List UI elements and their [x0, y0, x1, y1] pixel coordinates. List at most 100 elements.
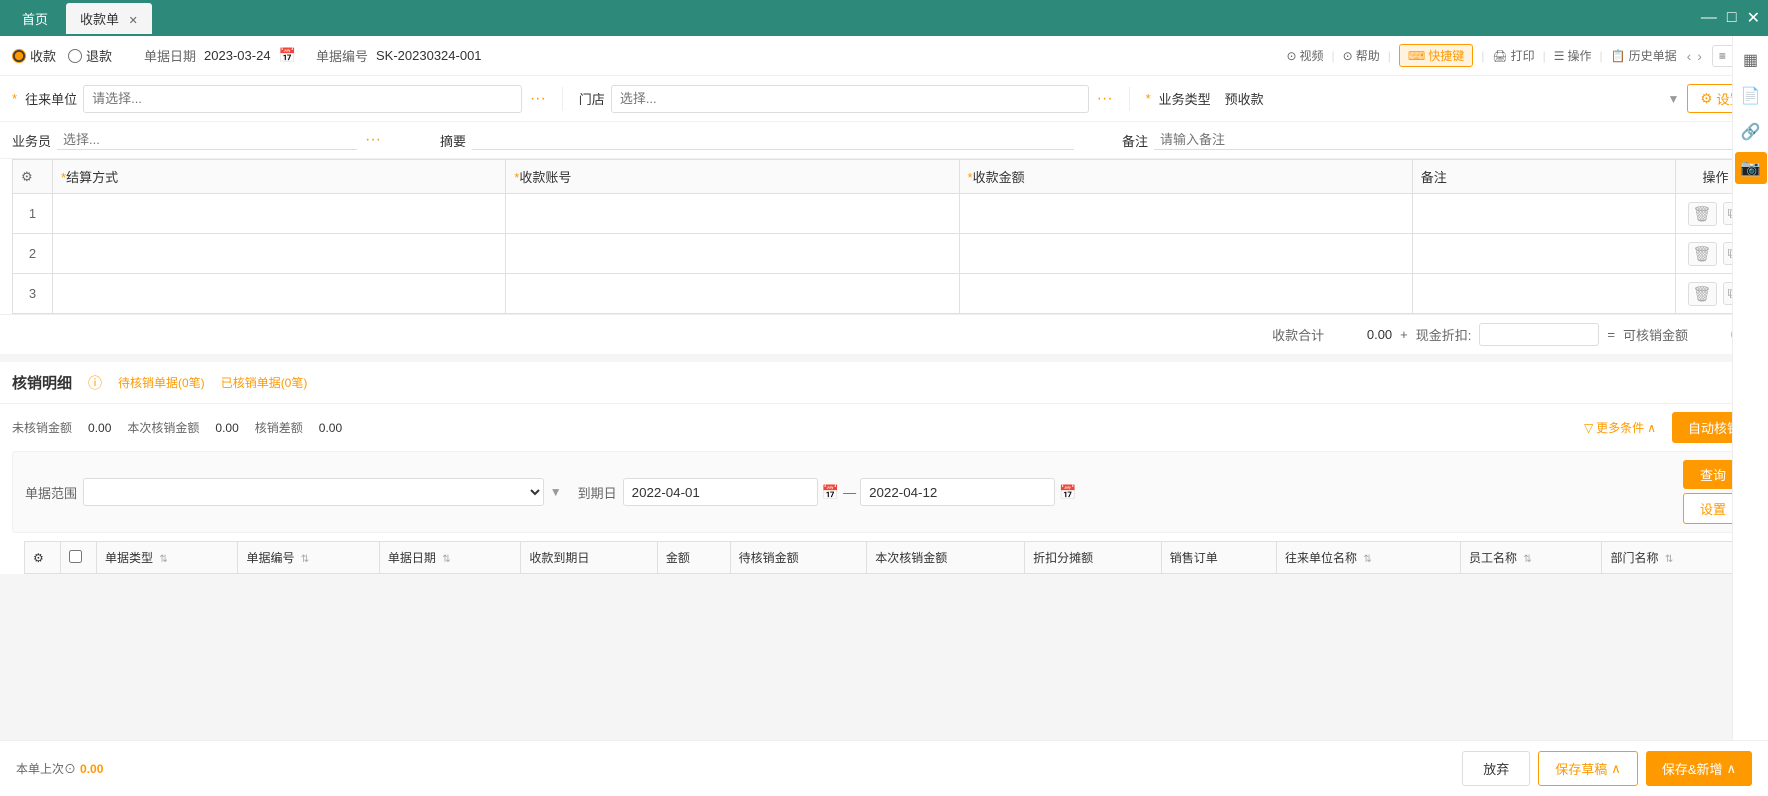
discount-input[interactable]: [1479, 323, 1599, 346]
save-draft-button[interactable]: 保存草稿 ∧: [1538, 751, 1638, 786]
summary-input[interactable]: [472, 130, 1074, 150]
footer-bar: 本单上次⊙ 0.00 放弃 保存草稿 ∧ 保存&新增 ∧: [0, 740, 1768, 796]
sort-counterparty-icon[interactable]: ⇅: [1363, 554, 1371, 565]
verify-info-icon[interactable]: ⓘ: [88, 373, 102, 393]
th-staff-name: 员工名称 ⇅: [1461, 542, 1602, 574]
tab-home[interactable]: 首页: [8, 3, 62, 34]
row-3-amount[interactable]: [959, 274, 1412, 314]
business-type-dropdown-icon[interactable]: ▼: [1668, 92, 1680, 106]
th-settlement: *结算方式: [53, 160, 506, 194]
row-2-remark[interactable]: [1412, 234, 1675, 274]
date-to-calendar-icon[interactable]: 📅: [1059, 484, 1076, 501]
row-1-account[interactable]: [506, 194, 959, 234]
row-1-delete-btn[interactable]: 🗑: [1688, 202, 1717, 226]
sidebar-camera-icon[interactable]: 📷: [1735, 152, 1767, 184]
gear-icon: ⚙: [1700, 91, 1712, 107]
row-3-settlement[interactable]: [53, 274, 506, 314]
sidebar-document-icon[interactable]: 📄: [1735, 80, 1767, 112]
minimize-icon[interactable]: —: [1701, 9, 1717, 27]
tab-receipt[interactable]: 收款单 ✕: [66, 3, 152, 34]
action-operations[interactable]: ☰ 操作: [1554, 47, 1592, 64]
doc-num-label: 单据编号: [316, 46, 368, 65]
staff-more-icon[interactable]: ···: [365, 131, 381, 149]
doc-num-value: SK-20230324-001: [376, 48, 482, 63]
shop-more-icon[interactable]: ···: [1097, 90, 1113, 108]
row-1-settlement[interactable]: [53, 194, 506, 234]
verify-diff-label: 核销差额: [255, 419, 303, 436]
window-controls: — □ ✕: [1701, 8, 1760, 28]
due-date-label: 到期日: [578, 483, 617, 502]
date-from-calendar-icon[interactable]: 📅: [822, 484, 839, 501]
date-from-input[interactable]: [623, 478, 818, 506]
bt-checkbox-header: [61, 542, 97, 574]
verified-tab[interactable]: 已核销单据(0笔): [221, 374, 308, 391]
action-shortcut[interactable]: ⌨ 快捷键: [1399, 44, 1473, 67]
pending-verify-tab[interactable]: 待核销单据(0笔): [118, 374, 205, 391]
doc-info: 单据日期 2023-03-24 📅 单据编号 SK-20230324-001: [144, 46, 482, 65]
verify-section: 核销明细 ⓘ 待核销单据(0笔) 已核销单据(0笔) 未核销金额 0.00 本次…: [0, 362, 1768, 574]
save-new-dropdown-icon[interactable]: ∧: [1726, 761, 1736, 777]
counterparty-input[interactable]: [83, 85, 522, 113]
radio-receipt[interactable]: 收款: [12, 46, 56, 65]
business-type-label: 业务类型: [1159, 89, 1211, 108]
view-list-btn[interactable]: ≡: [1713, 46, 1733, 66]
remark-input[interactable]: [1154, 130, 1756, 150]
row-2-account[interactable]: [506, 234, 959, 274]
receipt-table: ⚙ *结算方式 *收款账号 *收款金额 备注 操作 1: [12, 159, 1756, 314]
current-verify-label: 本次核销金额: [127, 419, 199, 436]
action-print[interactable]: 🖨 打印: [1492, 47, 1534, 64]
maximize-icon[interactable]: □: [1727, 9, 1737, 27]
sort-staff-icon[interactable]: ⇅: [1523, 554, 1531, 565]
row-1-remark[interactable]: [1412, 194, 1675, 234]
staff-label: 业务员: [12, 131, 51, 150]
row-2-amount[interactable]: [959, 234, 1412, 274]
bt-settings-icon[interactable]: ⚙: [33, 551, 44, 565]
sidebar-link-icon[interactable]: 🔗: [1735, 116, 1767, 148]
action-video[interactable]: ⊙ 视频: [1286, 47, 1323, 64]
range-filter-group: 单据范围 ▼: [25, 478, 562, 506]
row-3-remark[interactable]: [1412, 274, 1675, 314]
th-dept-name: 部门名称 ⇅: [1602, 542, 1744, 574]
row-2-delete-btn[interactable]: 🗑: [1688, 242, 1717, 266]
sort-doc-date-icon[interactable]: ⇅: [442, 554, 450, 565]
remark-label: 备注: [1122, 131, 1148, 150]
sort-doc-num-icon[interactable]: ⇅: [301, 554, 309, 565]
sidebar-table-icon[interactable]: ▦: [1735, 44, 1767, 76]
save-new-button[interactable]: 保存&新增 ∧: [1646, 751, 1752, 786]
close-icon[interactable]: ✕: [1747, 8, 1760, 28]
staff-input[interactable]: [57, 130, 357, 150]
radio-receipt-input[interactable]: [12, 49, 26, 63]
radio-refund-input[interactable]: [68, 49, 82, 63]
doc-date-label: 单据日期: [144, 46, 196, 65]
sort-dept-icon[interactable]: ⇅: [1665, 554, 1673, 565]
table-settings-icon[interactable]: ⚙: [21, 169, 33, 184]
counterparty-more-icon[interactable]: ···: [530, 90, 546, 108]
action-help[interactable]: ⊙ 帮助: [1343, 47, 1380, 64]
next-icon[interactable]: ›: [1695, 46, 1704, 66]
prev-icon[interactable]: ‹: [1685, 46, 1694, 66]
row-3-delete-btn[interactable]: 🗑: [1688, 282, 1717, 306]
filter-more-btn[interactable]: ▽ 更多条件 ∧: [1584, 419, 1656, 436]
row-1-amount[interactable]: [959, 194, 1412, 234]
filter-icon: ▽: [1584, 421, 1593, 435]
date-to-input[interactable]: [860, 478, 1055, 506]
row-3-account[interactable]: [506, 274, 959, 314]
sort-doc-type-icon[interactable]: ⇅: [159, 554, 167, 565]
shop-label: 门店: [579, 89, 605, 108]
shop-input[interactable]: [611, 85, 1089, 113]
tab-close-icon[interactable]: ✕: [129, 15, 138, 27]
radio-refund[interactable]: 退款: [68, 46, 112, 65]
th-discount: 折扣分摊额: [1025, 542, 1162, 574]
range-dropdown-icon[interactable]: ▼: [550, 485, 562, 499]
action-history[interactable]: 📋 历史单据: [1611, 47, 1677, 64]
verify-title: 核销明细: [12, 372, 72, 393]
footer-record-label: 本单上次⊙: [16, 760, 76, 777]
bt-settings-header: ⚙: [25, 542, 61, 574]
range-select[interactable]: [83, 478, 544, 506]
row-2-settlement[interactable]: [53, 234, 506, 274]
draft-dropdown-icon[interactable]: ∧: [1611, 761, 1621, 777]
calendar-icon[interactable]: 📅: [279, 47, 296, 64]
bt-select-all-checkbox[interactable]: [69, 550, 82, 563]
abandon-button[interactable]: 放弃: [1462, 751, 1530, 786]
table-row: 3 🗑 ⧉: [13, 274, 1756, 314]
